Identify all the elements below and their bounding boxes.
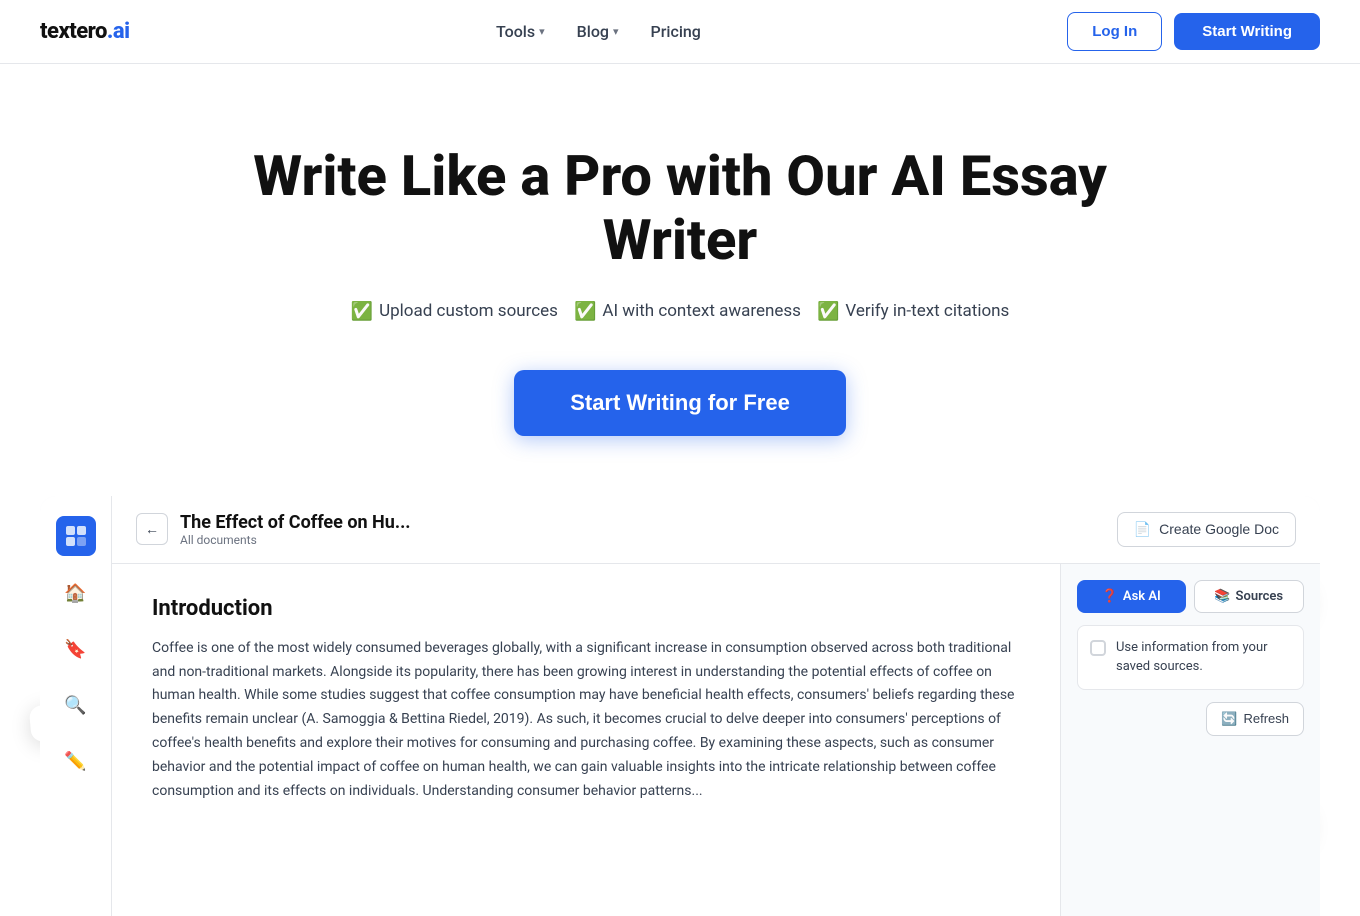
navbar-actions: Log In Start Writing <box>1067 12 1320 51</box>
hero-title: Write Like a Pro with Our AI Essay Write… <box>230 144 1130 273</box>
doc-title-area: ← The Effect of Coffee on Hu... All docu… <box>136 512 411 547</box>
preview-wrapper: Built-in AI detector Safe for academic s… <box>40 496 1320 916</box>
doc-title: The Effect of Coffee on Hu... <box>180 512 411 533</box>
cta-button[interactable]: Start Writing for Free <box>514 370 846 436</box>
sidebar-edit-icon[interactable]: ✏️ <box>58 744 94 780</box>
sidebar-logo <box>56 516 96 556</box>
checkmark-icon: ✅ <box>817 301 839 322</box>
tab-sources[interactable]: 📚 Sources <box>1194 580 1305 613</box>
app-preview: 🏠 🔖 🔍 ✏️ ← The Effect of Coffee on Hu...… <box>40 496 1320 916</box>
tab-ask-ai[interactable]: ❓ Ask AI <box>1077 580 1186 613</box>
login-button[interactable]: Log In <box>1067 12 1162 51</box>
doc-subtitle: All documents <box>180 533 411 547</box>
source-option-text: Use information from your saved sources. <box>1116 638 1291 677</box>
nav-pricing[interactable]: Pricing <box>651 22 701 41</box>
essay-area: Introduction Coffee is one of the most w… <box>112 564 1060 916</box>
panel-tabs: ❓ Ask AI 📚 Sources <box>1077 580 1304 613</box>
nav-center: Tools ▾ Blog ▾ Pricing <box>496 22 701 41</box>
right-panel: ❓ Ask AI 📚 Sources Use information from … <box>1060 564 1320 916</box>
sidebar-bookmark-icon[interactable]: 🔖 <box>58 632 94 668</box>
feature-context: ✅ AI with context awareness <box>574 301 801 322</box>
nav-blog[interactable]: Blog ▾ <box>577 22 619 41</box>
logo-text: textero <box>40 19 107 44</box>
essay-heading: Introduction <box>152 596 1020 621</box>
sidebar-home-icon[interactable]: 🏠 <box>58 576 94 612</box>
chevron-down-icon: ▾ <box>539 25 545 38</box>
hero-features: ✅ Upload custom sources ✅ AI with contex… <box>40 301 1320 322</box>
ask-ai-icon: ❓ <box>1102 589 1118 604</box>
feature-citations: ✅ Verify in-text citations <box>817 301 1009 322</box>
start-writing-button[interactable]: Start Writing <box>1174 13 1320 50</box>
logo-blue: .ai <box>107 19 130 44</box>
chevron-down-icon: ▾ <box>613 25 619 38</box>
app-sidebar: 🏠 🔖 🔍 ✏️ <box>40 496 112 916</box>
hero-section: Write Like a Pro with Our AI Essay Write… <box>0 64 1360 496</box>
source-option: Use information from your saved sources. <box>1077 625 1304 690</box>
back-button[interactable]: ← <box>136 513 168 545</box>
doc-header: ← The Effect of Coffee on Hu... All docu… <box>112 496 1320 564</box>
gdoc-icon: 📄 <box>1134 521 1151 538</box>
checkmark-icon: ✅ <box>574 301 596 322</box>
nav-tools[interactable]: Tools ▾ <box>496 22 545 41</box>
tab-sources-label: Sources <box>1236 589 1284 604</box>
refresh-icon: 🔄 <box>1221 711 1237 727</box>
feature-citations-label: Verify in-text citations <box>845 301 1009 321</box>
navbar: textero.ai Tools ▾ Blog ▾ Pricing Log In… <box>0 0 1360 64</box>
source-checkbox[interactable] <box>1090 640 1106 656</box>
logo[interactable]: textero.ai <box>40 19 130 44</box>
sidebar-search-icon[interactable]: 🔍 <box>58 688 94 724</box>
checkmark-icon: ✅ <box>351 301 373 322</box>
back-icon: ← <box>145 521 159 538</box>
refresh-button[interactable]: 🔄 Refresh <box>1206 702 1304 736</box>
tab-ask-ai-label: Ask AI <box>1123 589 1161 604</box>
content-area: Introduction Coffee is one of the most w… <box>112 564 1320 916</box>
feature-upload: ✅ Upload custom sources <box>351 301 558 322</box>
refresh-label: Refresh <box>1243 711 1289 726</box>
feature-upload-label: Upload custom sources <box>379 301 558 321</box>
create-gdoc-button[interactable]: 📄 Create Google Doc <box>1117 512 1296 547</box>
essay-text: Coffee is one of the most widely consume… <box>152 637 1020 804</box>
doc-info: The Effect of Coffee on Hu... All docume… <box>180 512 411 547</box>
app-main: ← The Effect of Coffee on Hu... All docu… <box>112 496 1320 916</box>
feature-context-label: AI with context awareness <box>602 301 801 321</box>
sources-icon: 📚 <box>1214 589 1230 604</box>
create-gdoc-label: Create Google Doc <box>1159 521 1279 537</box>
